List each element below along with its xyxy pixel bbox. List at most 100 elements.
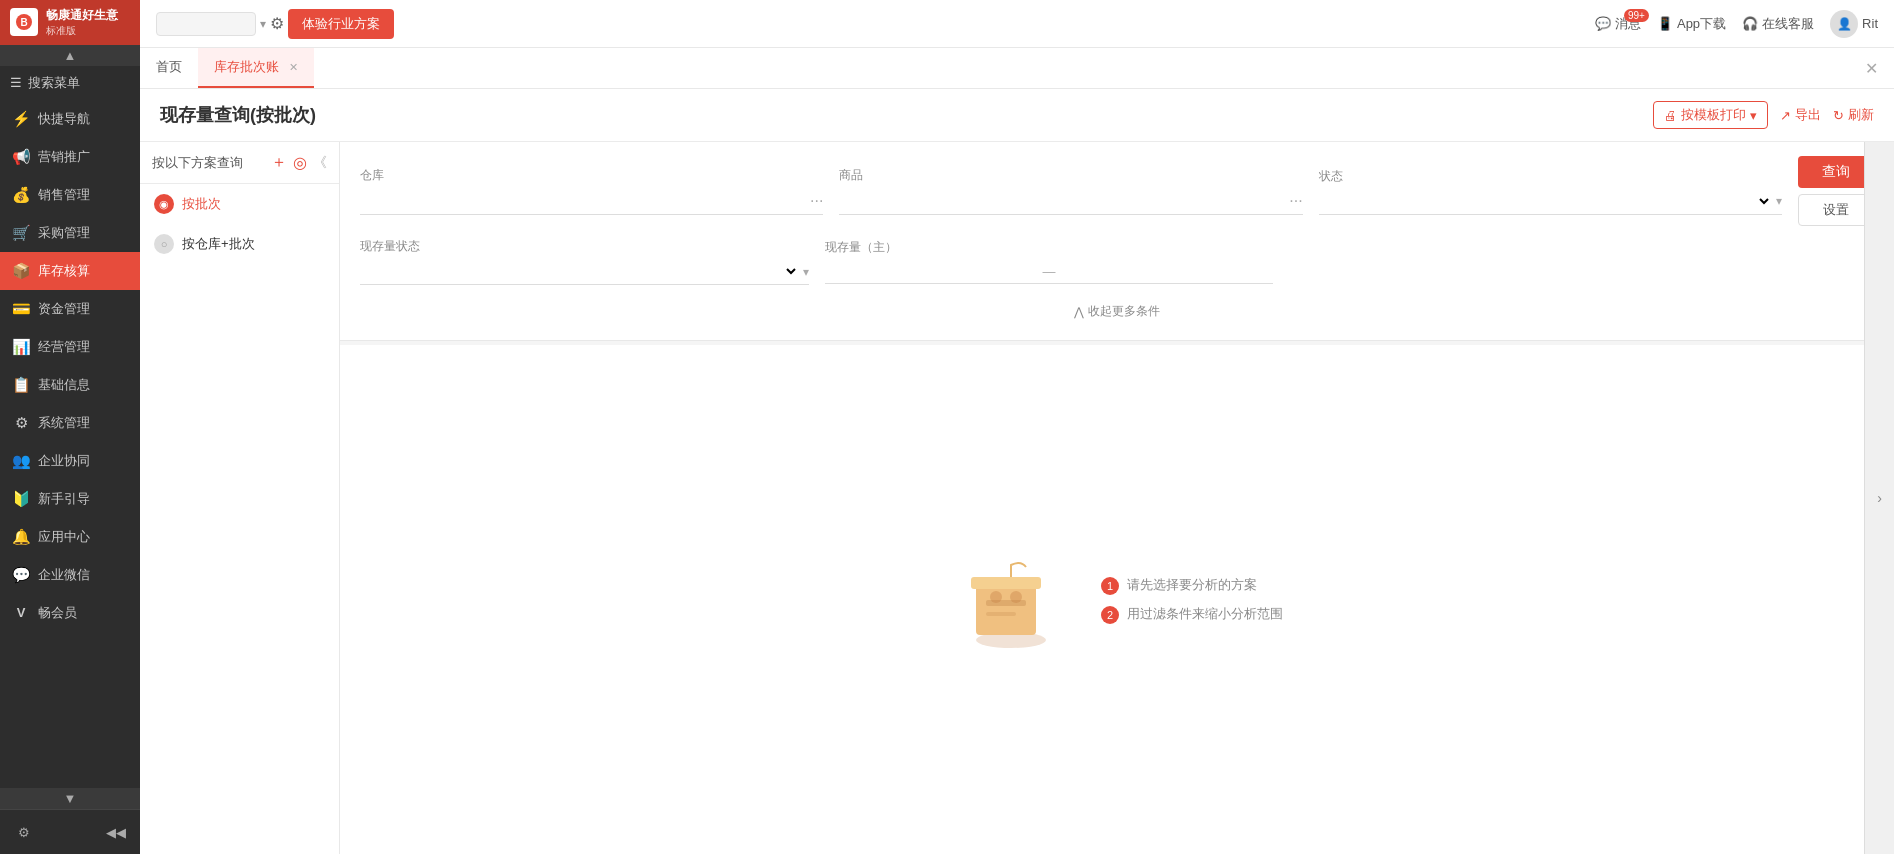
- sidebar-item-jingyingguanli[interactable]: 📊 经营管理: [0, 328, 140, 366]
- print-button[interactable]: 🖨 按模板打印 ▾: [1653, 101, 1768, 129]
- sidebar-item-label: 新手引导: [38, 490, 90, 508]
- nav-icon: 💬: [12, 566, 30, 584]
- username: Rit: [1862, 16, 1878, 31]
- content-body: 按以下方案查询 ＋ ◎ 《 ◉ 按批次 ○ 按仓库+批次: [140, 142, 1894, 854]
- content-header: 现存量查询(按批次) 🖨 按模板打印 ▾ ↗ 导出 ↻ 刷新: [140, 89, 1894, 142]
- product-label: 商品: [839, 167, 1302, 184]
- empty-state: 1 请先选择要分析的方案 2 用过滤条件来缩小分析范围: [340, 345, 1894, 854]
- settings-plan-icon[interactable]: ◎: [293, 153, 307, 172]
- sidebar-item-kuaijiedaohang[interactable]: ⚡ 快捷导航: [0, 100, 140, 138]
- avatar-icon: 👤: [1837, 17, 1852, 31]
- left-panel-title: 按以下方案查询: [152, 154, 243, 172]
- sidebar-header: B 畅康通好生意 标准版: [0, 0, 140, 45]
- export-button[interactable]: ↗ 导出: [1780, 106, 1821, 124]
- print-chevron-icon: ▾: [1750, 108, 1757, 123]
- sidebar-item-label: 畅会员: [38, 604, 77, 622]
- warehouse-input[interactable]: [360, 194, 806, 209]
- collapse-sidebar-icon[interactable]: ◀◀: [102, 818, 130, 846]
- empty-hint-1: 1 请先选择要分析的方案: [1101, 576, 1283, 595]
- sidebar-item-label: 资金管理: [38, 300, 90, 318]
- floating-chevron-icon[interactable]: ›: [1877, 490, 1882, 506]
- service-icon: 🎧: [1742, 16, 1758, 31]
- settings-button[interactable]: 设置: [1798, 194, 1874, 226]
- sidebar-item-yingxiaotuiguang[interactable]: 📢 营销推广: [0, 138, 140, 176]
- empty-illustration: [951, 540, 1071, 660]
- sidebar-item-xitongguanli[interactable]: ⚙ 系统管理: [0, 404, 140, 442]
- online-service-btn[interactable]: 🎧 在线客服: [1742, 15, 1814, 33]
- inventory-status-select[interactable]: [360, 263, 799, 280]
- app-download-label: App下载: [1677, 15, 1726, 33]
- inventory-status-filter: 现存量状态 ▾: [360, 238, 809, 285]
- sidebar-item-qiyexietong[interactable]: 👥 企业协同: [0, 442, 140, 480]
- app-logo: B: [10, 8, 38, 36]
- sidebar-item-changhui[interactable]: V 畅会员: [0, 594, 140, 632]
- product-input[interactable]: [839, 194, 1285, 209]
- status-select[interactable]: [1319, 193, 1772, 210]
- hint1-text: 请先选择要分析的方案: [1127, 576, 1257, 594]
- empty-hints: 1 请先选择要分析的方案 2 用过滤条件来缩小分析范围: [1101, 576, 1283, 624]
- collapse-left-panel-icon[interactable]: 《: [313, 154, 327, 172]
- sidebar-item-zijinguanli[interactable]: 💳 资金管理: [0, 290, 140, 328]
- add-plan-icon[interactable]: ＋: [271, 152, 287, 173]
- plan-icon-red: ◉: [154, 194, 174, 214]
- sidebar-item-xinshouyindao[interactable]: 🔰 新手引导: [0, 480, 140, 518]
- sidebar-item-kucunhesuan[interactable]: 📦 库存核算: [0, 252, 140, 290]
- topbar-gear-icon[interactable]: ⚙: [270, 14, 284, 33]
- plan-item-pici[interactable]: ◉ 按批次: [140, 184, 339, 224]
- quantity-min-input[interactable]: [825, 264, 1035, 279]
- quantity-max-input[interactable]: [1064, 264, 1274, 279]
- query-button[interactable]: 查询: [1798, 156, 1874, 188]
- breadcrumb-chevron-icon[interactable]: ▾: [260, 17, 266, 31]
- inv-status-chevron-icon: ▾: [803, 265, 809, 279]
- topbar-search-input[interactable]: [156, 12, 256, 36]
- sidebar-item-caigouguanli[interactable]: 🛒 采购管理: [0, 214, 140, 252]
- inventory-quantity-label: 现存量（主）: [825, 239, 1274, 256]
- warehouse-more-icon[interactable]: ···: [810, 192, 823, 210]
- app-name: 畅康通好生意: [46, 8, 118, 24]
- right-floating-handle[interactable]: ›: [1864, 142, 1894, 854]
- filter-row-2: 现存量状态 ▾ 现存量（主） —: [360, 238, 1874, 285]
- collapse-chevron-icon: ⋀: [1074, 305, 1084, 319]
- empty-hint-2: 2 用过滤条件来缩小分析范围: [1101, 605, 1283, 624]
- inventory-quantity-filter: 现存量（主） —: [825, 239, 1274, 284]
- topbar: ▾ ⚙ 体验行业方案 💬 消息 99+ 📱 App下载 🎧 在线客服 👤: [140, 0, 1894, 48]
- sidebar-search[interactable]: ☰ 搜索菜单: [0, 66, 140, 100]
- plan-item-cangku-pici[interactable]: ○ 按仓库+批次: [140, 224, 339, 264]
- refresh-icon: ↻: [1833, 108, 1844, 123]
- empty-svg: [956, 545, 1066, 655]
- close-panel-btn[interactable]: ✕: [1849, 59, 1894, 78]
- app-download-btn[interactable]: 📱 App下载: [1657, 15, 1726, 33]
- nav-icon: 📋: [12, 376, 30, 394]
- left-panel: 按以下方案查询 ＋ ◎ 《 ◉ 按批次 ○ 按仓库+批次: [140, 142, 340, 854]
- page-title: 现存量查询(按批次): [160, 103, 316, 127]
- sidebar-item-label: 经营管理: [38, 338, 90, 356]
- trial-button[interactable]: 体验行业方案: [288, 9, 394, 39]
- refresh-label: 刷新: [1848, 106, 1874, 124]
- product-more-icon[interactable]: ···: [1289, 192, 1302, 210]
- sidebar-scroll-up[interactable]: ▲: [0, 45, 140, 66]
- svg-rect-6: [986, 612, 1016, 616]
- sidebar-search-label: 搜索菜单: [28, 74, 80, 92]
- collapse-filter-btn[interactable]: ⋀ 收起更多条件: [360, 297, 1874, 326]
- settings-icon[interactable]: ⚙: [10, 818, 38, 846]
- tab-kucunpicichan[interactable]: 库存批次账 ✕: [198, 48, 314, 88]
- sidebar-item-yingyongzhongxin[interactable]: 🔔 应用中心: [0, 518, 140, 556]
- tab-home[interactable]: 首页: [140, 48, 198, 88]
- refresh-button[interactable]: ↻ 刷新: [1833, 106, 1874, 124]
- sidebar-item-label: 采购管理: [38, 224, 90, 242]
- sidebar-scroll-down[interactable]: ▼: [0, 788, 140, 809]
- header-actions: 🖨 按模板打印 ▾ ↗ 导出 ↻ 刷新: [1653, 101, 1874, 129]
- messages-btn[interactable]: 💬 消息 99+: [1595, 15, 1641, 33]
- user-avatar-btn[interactable]: 👤 Rit: [1830, 10, 1878, 38]
- sidebar-item-label: 销售管理: [38, 186, 90, 204]
- nav-icon: 📊: [12, 338, 30, 356]
- sidebar-item-jichuixinxi[interactable]: 📋 基础信息: [0, 366, 140, 404]
- sidebar-item-xiaoshouguanli[interactable]: 💰 销售管理: [0, 176, 140, 214]
- tab-close-icon[interactable]: ✕: [289, 61, 298, 74]
- sidebar-item-qiyeweixin[interactable]: 💬 企业微信: [0, 556, 140, 594]
- export-icon: ↗: [1780, 108, 1791, 123]
- nav-icon: 🔔: [12, 528, 30, 546]
- warehouse-filter: 仓库 ···: [360, 167, 823, 215]
- print-label: 按模板打印: [1681, 106, 1746, 124]
- svg-text:B: B: [20, 17, 27, 28]
